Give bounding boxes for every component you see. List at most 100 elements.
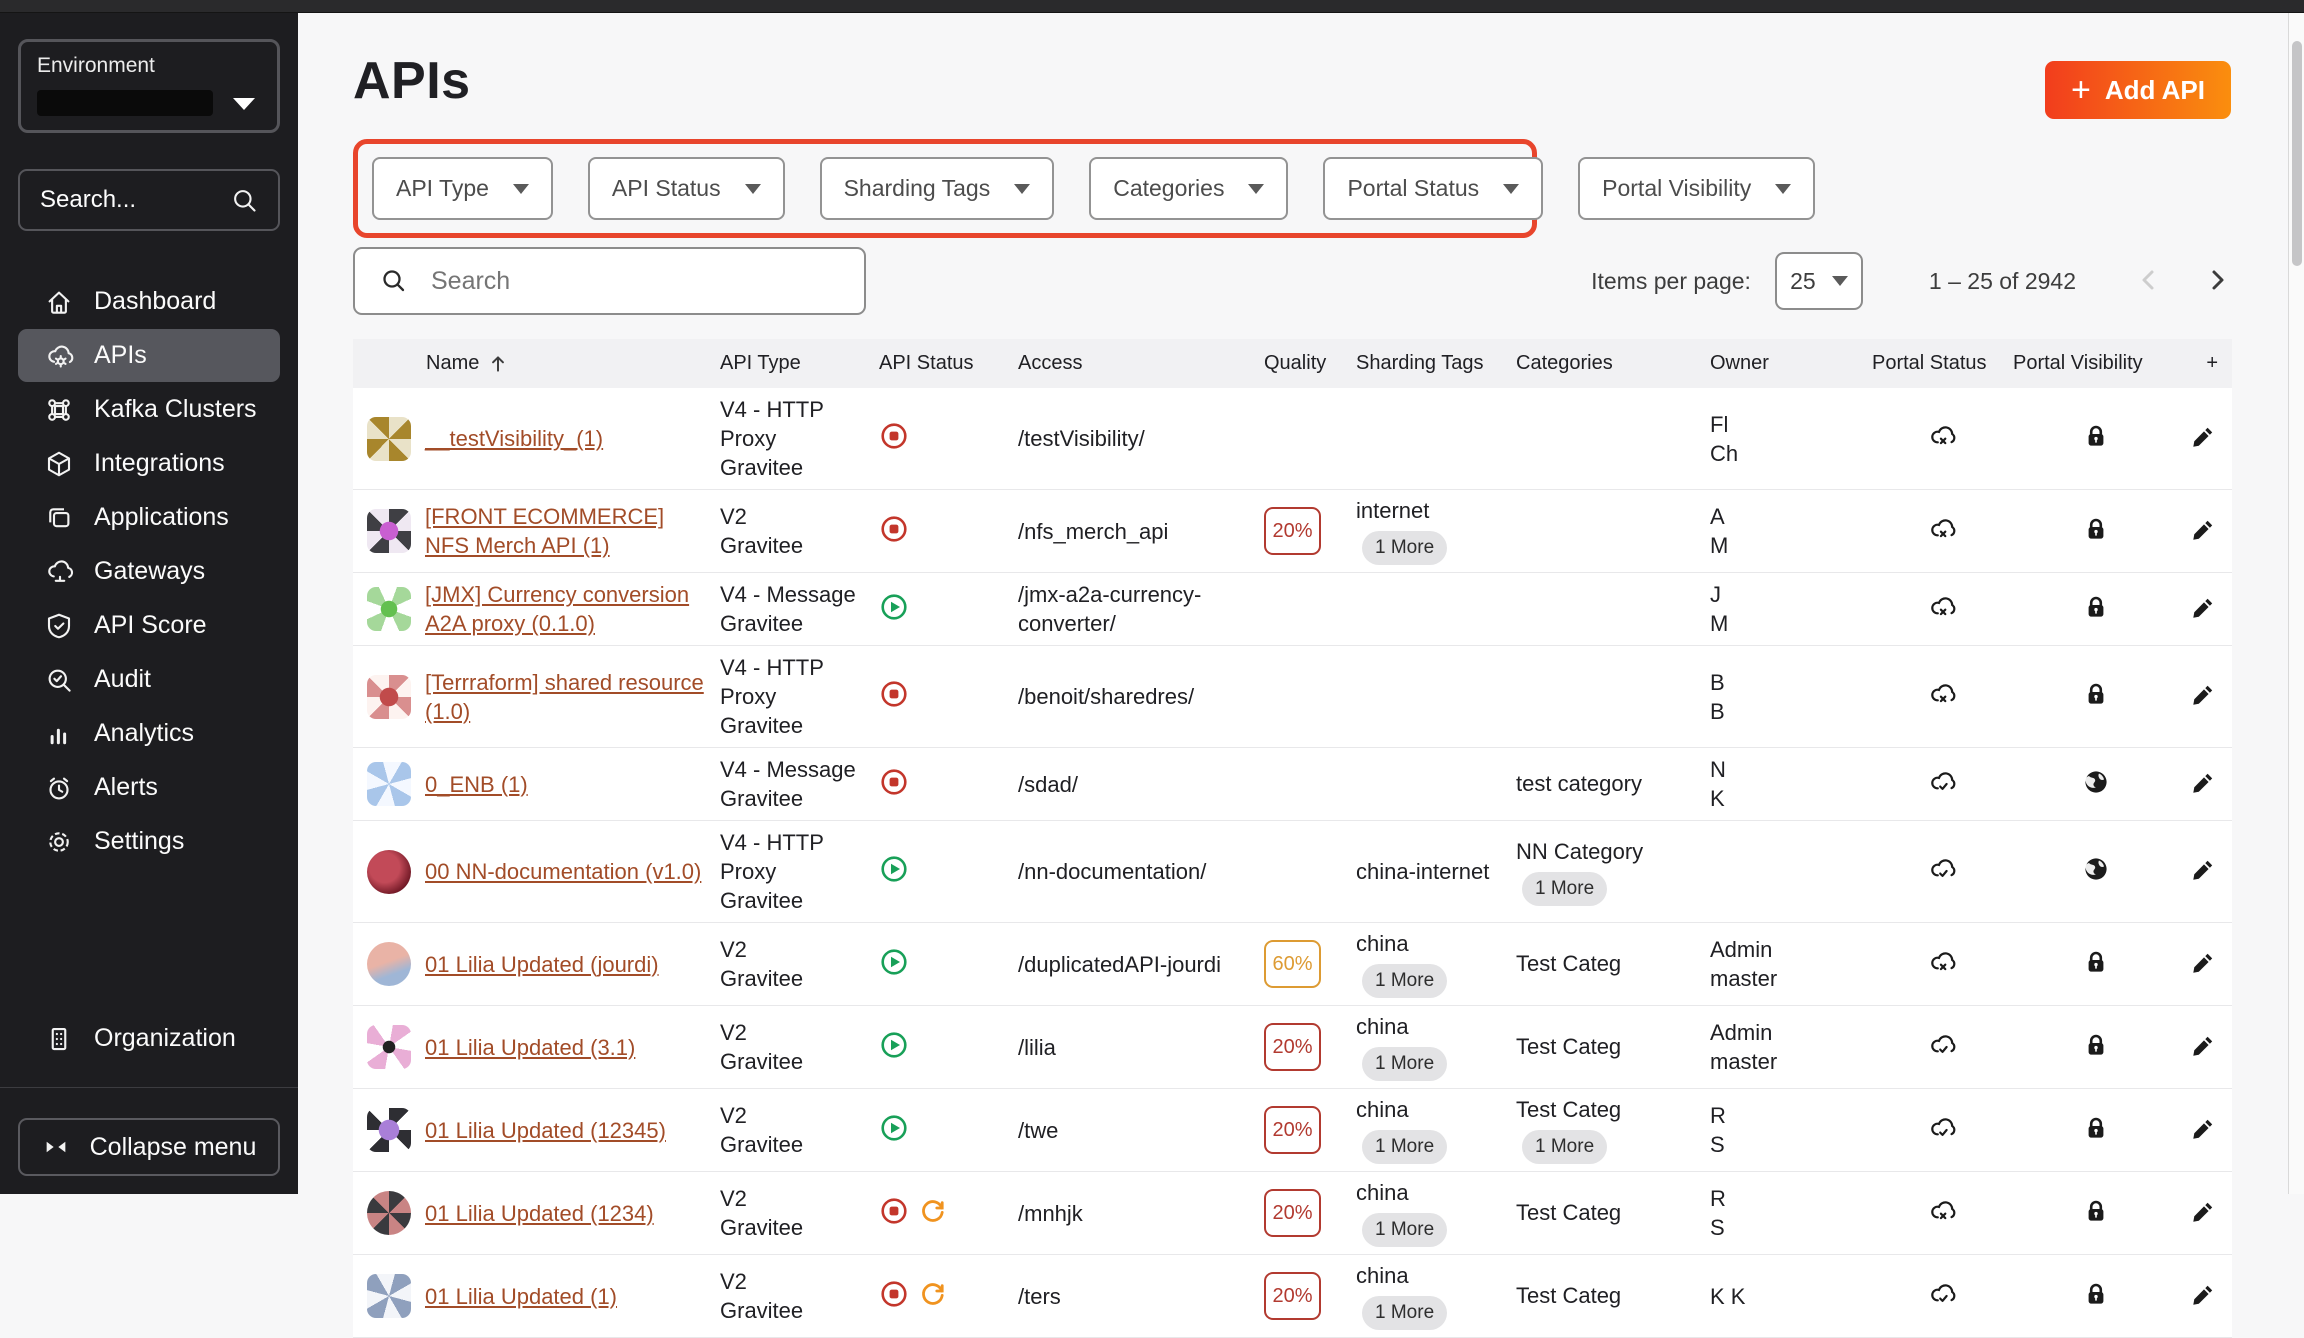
previous-page-button[interactable]	[2134, 265, 2164, 298]
add-column-button[interactable]: +	[2179, 352, 2232, 375]
name-cell: 01 Lilia Updated (12345)	[425, 1116, 720, 1145]
portal-status-cell	[1872, 947, 2013, 982]
sidebar-item-gateways[interactable]: Gateways	[18, 545, 280, 598]
chevron-down-icon	[1014, 184, 1030, 194]
api-name-link[interactable]: 01 Lilia Updated (12345)	[425, 1116, 676, 1145]
api-type-cell: V4 - MessageGravitee	[720, 580, 879, 638]
table-row[interactable]: 01 Lilia Updated (12345)V2Gravitee/twe20…	[353, 1089, 2232, 1172]
table-row[interactable]: [JMX] Currency conversion A2A proxy (0.1…	[353, 573, 2232, 646]
edit-api-button[interactable]	[2188, 855, 2218, 888]
api-engine-value: Gravitee	[720, 784, 867, 813]
table-row[interactable]: 01 Lilia Updated (jourdi)V2Gravitee/dupl…	[353, 923, 2232, 1006]
access-cell: /nn-documentation/	[1018, 857, 1264, 886]
table-row[interactable]: [FRONT ECOMMERCE] NFS Merch API (1)V2Gra…	[353, 490, 2232, 573]
scrollbar-thumb[interactable]	[2292, 41, 2302, 266]
lock-icon	[2081, 1279, 2111, 1314]
api-name-link[interactable]: 01 Lilia Updated (1)	[425, 1282, 627, 1311]
edit-api-button[interactable]	[2188, 593, 2218, 626]
api-engine-value: Gravitee	[720, 964, 867, 993]
api-name-link[interactable]: __testVisibility_(1)	[425, 424, 613, 453]
sidebar-item-settings[interactable]: Settings	[18, 815, 280, 868]
globe-icon	[2081, 854, 2111, 889]
table-row[interactable]: 00 NN-documentation (v1.0)V4 - HTTP Prox…	[353, 821, 2232, 923]
organization-label: Organization	[94, 1024, 236, 1053]
table-row[interactable]: 01 Lilia Updated (3.1)V2Gravitee/lilia20…	[353, 1006, 2232, 1089]
sharding-tags-cell: china1 More	[1356, 1262, 1516, 1330]
globe-icon	[2081, 767, 2111, 802]
edit-api-button[interactable]	[2188, 515, 2218, 548]
sidebar-item-api-score[interactable]: API Score	[18, 599, 280, 652]
sidebar-item-alerts[interactable]: Alerts	[18, 761, 280, 814]
sidebar-item-applications[interactable]: Applications	[18, 491, 280, 544]
api-name-link[interactable]: 00 NN-documentation (v1.0)	[425, 857, 711, 886]
status-started-icon	[879, 854, 909, 889]
table-row[interactable]: [Terrraform] shared resource (1.0)V4 - H…	[353, 646, 2232, 748]
api-name-link[interactable]: 01 Lilia Updated (1234)	[425, 1199, 664, 1228]
sidebar-item-integrations[interactable]: Integrations	[18, 437, 280, 490]
edit-api-button[interactable]	[2188, 1197, 2218, 1230]
api-avatar	[367, 942, 411, 986]
api-type-cell: V2Gravitee	[720, 1184, 879, 1242]
collapse-menu-button[interactable]: Collapse menu	[18, 1118, 280, 1176]
api-name-link[interactable]: [JMX] Currency conversion A2A proxy (0.1…	[425, 580, 720, 638]
api-name-link[interactable]: 0_ENB (1)	[425, 770, 538, 799]
filter-label: Portal Status	[1347, 175, 1479, 202]
sidebar-item-kafka-clusters[interactable]: Kafka Clusters	[18, 383, 280, 436]
api-avatar	[367, 762, 411, 806]
page-scrollbar[interactable]	[2288, 13, 2304, 1194]
add-api-button[interactable]: + Add API	[2045, 61, 2231, 119]
sync-icon	[918, 1196, 948, 1231]
filter-portal-visibility[interactable]: Portal Visibility	[1578, 157, 1815, 220]
filter-sharding-tags[interactable]: Sharding Tags	[820, 157, 1055, 220]
filter-categories[interactable]: Categories	[1089, 157, 1288, 220]
table-row[interactable]: 0_ENB (1)V4 - MessageGravitee/sdad/test …	[353, 748, 2232, 821]
api-status-cell	[879, 592, 1018, 627]
name-cell: [FRONT ECOMMERCE] NFS Merch API (1)	[425, 502, 720, 560]
api-engine-value: Gravitee	[720, 609, 867, 638]
edit-api-button[interactable]	[2188, 422, 2218, 455]
edit-api-button[interactable]	[2188, 948, 2218, 981]
filter-portal-status[interactable]: Portal Status	[1323, 157, 1543, 220]
quality-cell: 20%	[1264, 1106, 1356, 1154]
sidebar-item-apis[interactable]: APIs	[18, 329, 280, 382]
sidebar-item-audit[interactable]: Audit	[18, 653, 280, 706]
column-header-name[interactable]: Name	[353, 352, 720, 375]
edit-api-button[interactable]	[2188, 1031, 2218, 1064]
table-row[interactable]: 01 Lilia Updated (1)V2Gravitee/ters20%ch…	[353, 1255, 2232, 1338]
lock-icon	[2081, 1030, 2111, 1065]
environment-selector[interactable]: Environment	[18, 39, 280, 133]
edit-api-button[interactable]	[2188, 1114, 2218, 1147]
api-name-link[interactable]: [FRONT ECOMMERCE] NFS Merch API (1)	[425, 502, 720, 560]
chevron-down-icon	[1775, 184, 1791, 194]
table-row[interactable]: 01 Lilia Updated (1234)V2Gravitee/mnhjk2…	[353, 1172, 2232, 1255]
items-per-page-select[interactable]: 25	[1775, 252, 1863, 310]
edit-api-button[interactable]	[2188, 680, 2218, 713]
table-search-input[interactable]: Search	[353, 247, 866, 315]
api-type-cell: V4 - HTTP ProxyGravitee	[720, 395, 879, 482]
filter-api-status[interactable]: API Status	[588, 157, 785, 220]
sidebar-search-input[interactable]: Search...	[18, 169, 280, 231]
edit-api-button[interactable]	[2188, 768, 2218, 801]
chevron-right-icon	[2202, 265, 2232, 295]
next-page-button[interactable]	[2202, 265, 2232, 298]
api-status-cell	[879, 421, 1018, 456]
filter-api-type[interactable]: API Type	[372, 157, 553, 220]
status-started-icon	[879, 1113, 909, 1148]
sidebar-search-placeholder: Search...	[40, 186, 136, 214]
filter-label: Sharding Tags	[844, 175, 991, 202]
categories-cell: Test Categ	[1516, 1199, 1710, 1227]
cloud-x-icon	[1928, 421, 1958, 456]
filter-label: API Type	[396, 175, 489, 202]
sidebar-item-organization[interactable]: Organization	[0, 1012, 298, 1065]
status-started-icon	[879, 592, 909, 627]
api-avatar	[367, 850, 411, 894]
sidebar-item-analytics[interactable]: Analytics	[18, 707, 280, 760]
edit-api-button[interactable]	[2188, 1280, 2218, 1313]
sidebar-item-dashboard[interactable]: Dashboard	[18, 275, 280, 328]
api-name-link[interactable]: [Terrraform] shared resource (1.0)	[425, 668, 720, 726]
sharding-tags-cell: china1 More	[1356, 930, 1516, 998]
chevron-down-icon	[1832, 276, 1848, 286]
table-row[interactable]: __testVisibility_(1) V4 - HTTP ProxyGravi…	[353, 388, 2232, 490]
api-name-link[interactable]: 01 Lilia Updated (3.1)	[425, 1033, 645, 1062]
api-name-link[interactable]: 01 Lilia Updated (jourdi)	[425, 950, 669, 979]
